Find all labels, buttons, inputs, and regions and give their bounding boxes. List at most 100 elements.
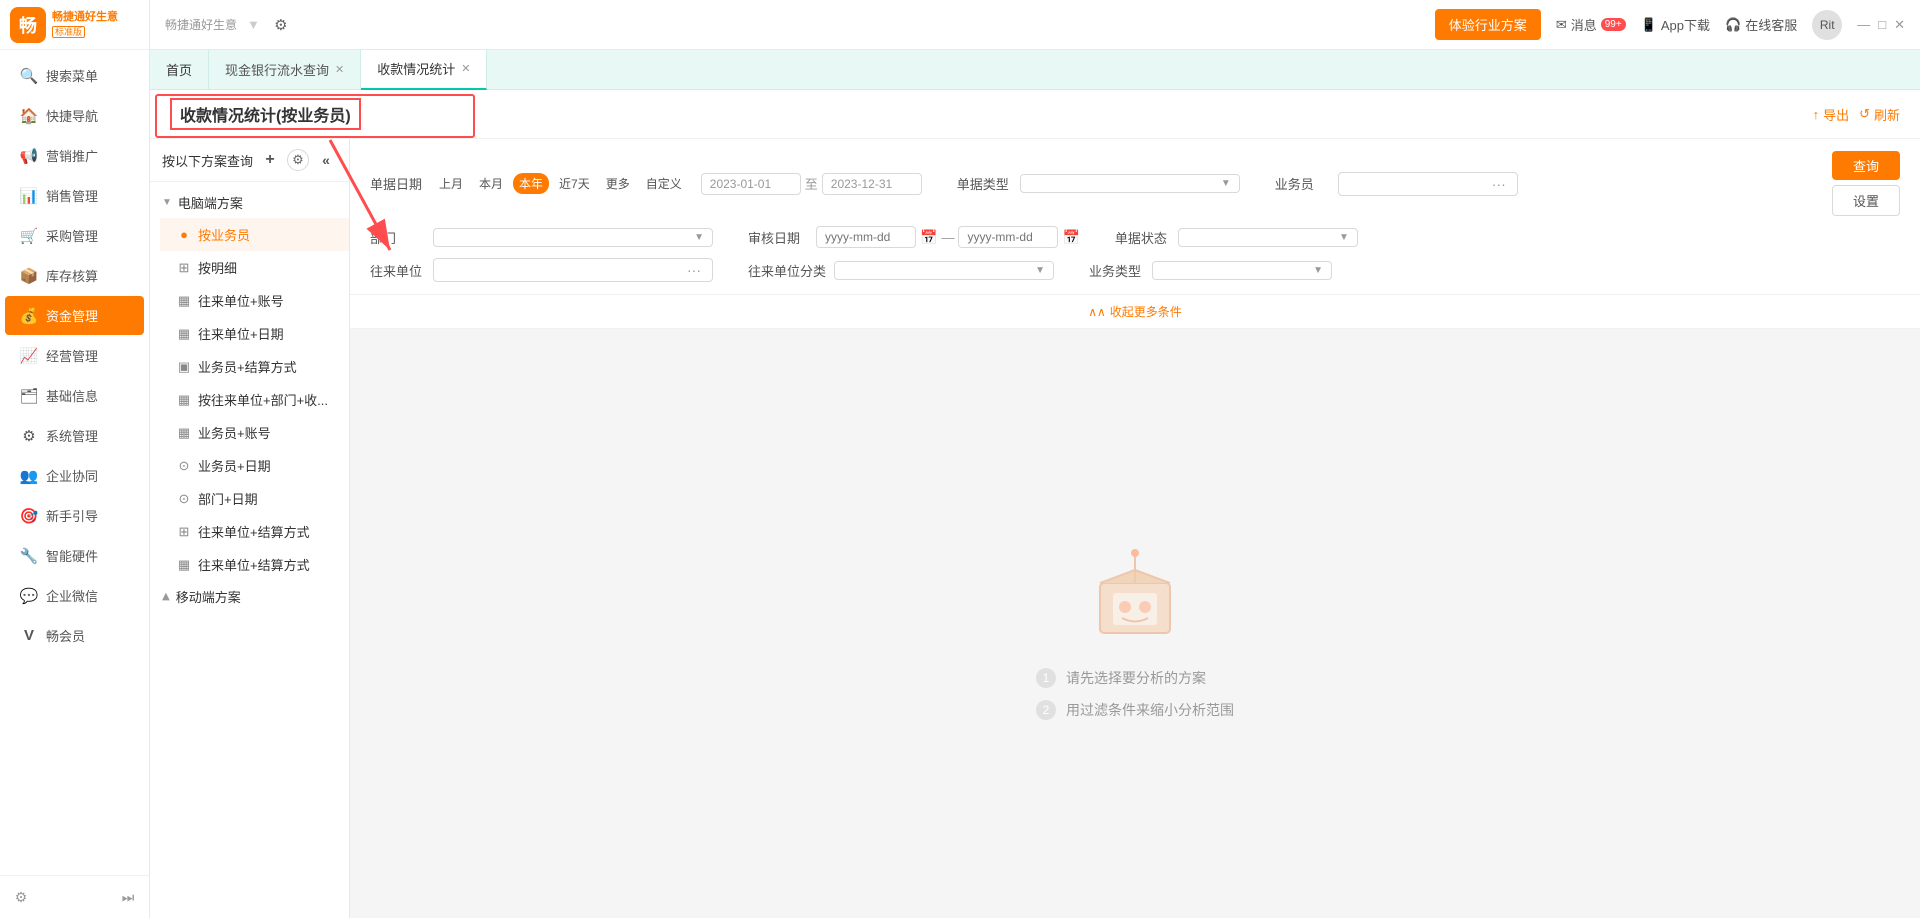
review-from-input[interactable] — [816, 226, 916, 248]
sidebar-item-member[interactable]: V 畅会员 — [5, 616, 144, 655]
collapse-bar[interactable]: ∧∧ 收起更多条件 — [350, 295, 1920, 329]
settings-bottom-icon[interactable]: ⚙ — [10, 886, 32, 908]
desktop-section-header[interactable]: ▼ 电脑端方案 — [150, 187, 349, 218]
add-scheme-btn[interactable]: + — [259, 149, 281, 171]
export-btn[interactable]: ↑ 导出 — [1813, 105, 1850, 124]
query-btn[interactable]: 查询 — [1832, 151, 1900, 180]
sidebar-item-guide[interactable]: 🎯 新手引导 — [5, 496, 144, 535]
dept-dropdown[interactable]: ▼ — [433, 228, 713, 247]
scheme-item-salesperson-date[interactable]: ⊙ 业务员+日期 — [160, 449, 349, 482]
breadcrumb-arrow: ▼ — [247, 17, 260, 32]
page-title: 收款情况统计(按业务员) — [170, 98, 361, 130]
salesperson-more-icon[interactable]: ··· — [1492, 176, 1506, 192]
sidebar-item-marketing[interactable]: 📢 营销推广 — [5, 136, 144, 175]
scheme-item-salesperson[interactable]: ● 按业务员 — [160, 218, 349, 251]
guide-icon: 🎯 — [20, 507, 38, 525]
sidebar-item-hardware[interactable]: 🔧 智能硬件 — [5, 536, 144, 575]
tab-receipt-close[interactable]: ✕ — [461, 62, 470, 75]
tab-receipt[interactable]: 收款情况统计 ✕ — [361, 50, 487, 90]
filter-row-1: 单据日期 上月 本月 本年 近7天 更多 自定义 至 — [370, 151, 1900, 216]
salesperson-scheme-icon: ● — [176, 227, 192, 243]
sidebar-item-wechat[interactable]: 💬 企业微信 — [5, 576, 144, 615]
export-icon: ↑ — [1813, 107, 1820, 122]
trial-btn[interactable]: 体验行业方案 — [1435, 9, 1541, 40]
right-panel: 单据日期 上月 本月 本年 近7天 更多 自定义 至 — [350, 139, 1920, 918]
sidebar-item-finance[interactable]: 💰 资金管理 — [5, 296, 144, 335]
sidebar-item-sales[interactable]: 📊 销售管理 — [5, 176, 144, 215]
filter-dept-item: 部门 ▼ — [370, 228, 713, 247]
date-tab-7days[interactable]: 近7天 — [553, 173, 596, 194]
empty-illustration — [1075, 528, 1195, 648]
partner-category-dropdown[interactable]: ▼ — [834, 261, 1054, 280]
date-from-input[interactable] — [701, 173, 801, 195]
purchase-icon: 🛒 — [20, 227, 38, 245]
message-btn[interactable]: ✉ 消息 99+ — [1556, 15, 1626, 34]
filter-date-item: 单据日期 上月 本月 本年 近7天 更多 自定义 至 — [370, 173, 922, 195]
scheme-item-detail[interactable]: ⊞ 按明细 — [160, 251, 349, 284]
collapse-bottom-icon[interactable]: ⏭ — [117, 886, 139, 908]
salesperson-dropdown[interactable]: ··· — [1338, 172, 1518, 196]
sidebar-item-corp[interactable]: 👥 企业协同 — [5, 456, 144, 495]
review-to-input[interactable] — [958, 226, 1058, 248]
empty-tips: 1 请先选择要分析的方案 2 用过滤条件来缩小分析范围 — [1036, 668, 1234, 720]
collapse-panel-btn[interactable]: « — [315, 149, 337, 171]
date-to-input[interactable] — [822, 173, 922, 195]
empty-content: 1 请先选择要分析的方案 2 用过滤条件来缩小分析范围 — [1036, 528, 1234, 720]
tab-bank-close[interactable]: ✕ — [335, 63, 344, 76]
close-icon[interactable]: ✕ — [1894, 17, 1905, 33]
maximize-icon[interactable]: □ — [1878, 17, 1886, 33]
scheme-item-partner-settle2[interactable]: ▦ 往来单位+结算方式 — [160, 548, 349, 581]
partner-account-icon: ▦ — [176, 293, 192, 309]
sidebar-item-search[interactable]: 🔍 搜索菜单 — [5, 56, 144, 95]
biz-type-dropdown[interactable]: ▼ — [1152, 261, 1332, 280]
scheme-settings-icon[interactable]: ⚙ — [287, 149, 309, 171]
partner-more-icon[interactable]: ··· — [687, 262, 701, 278]
left-panel-header: 按以下方案查询 + ⚙ « — [150, 139, 349, 182]
refresh-btn[interactable]: ↺ 刷新 — [1859, 105, 1900, 124]
empty-tip-2: 2 用过滤条件来缩小分析范围 — [1036, 700, 1234, 720]
date-tab-this-year[interactable]: 本年 — [513, 173, 549, 194]
tab-bank[interactable]: 现金银行流水查询 ✕ — [209, 50, 361, 90]
filter-doctype-item: 单据类型 ▼ — [957, 174, 1240, 193]
sidebar-item-system[interactable]: ⚙ 系统管理 — [5, 416, 144, 455]
partner-dropdown[interactable]: ··· — [433, 258, 713, 282]
basic-icon: 🗂 — [20, 387, 38, 405]
app-download-btn[interactable]: 📱 App下载 — [1641, 15, 1710, 34]
scheme-item-salesperson-account[interactable]: ▦ 业务员+账号 — [160, 416, 349, 449]
scheme-item-partner-settle1[interactable]: ⊞ 往来单位+结算方式 — [160, 515, 349, 548]
filter-area: 单据日期 上月 本月 本年 近7天 更多 自定义 至 — [350, 139, 1920, 295]
sidebar-item-operation[interactable]: 📈 经营管理 — [5, 336, 144, 375]
scheme-item-salesperson-settle[interactable]: ▣ 业务员+结算方式 — [160, 350, 349, 383]
date-tab-last-month[interactable]: 上月 — [433, 173, 469, 194]
online-service-btn[interactable]: 🎧 在线客服 — [1725, 15, 1797, 34]
scheme-item-dept-date[interactable]: ⊙ 部门+日期 — [160, 482, 349, 515]
cal-icon: 📅 — [920, 229, 937, 246]
scheme-item-partner-date[interactable]: ▦ 往来单位+日期 — [160, 317, 349, 350]
marketing-icon: 📢 — [20, 147, 38, 165]
sidebar-item-purchase[interactable]: 🛒 采购管理 — [5, 216, 144, 255]
empty-box-svg — [1075, 528, 1195, 648]
sidebar-item-quicknav[interactable]: 🏠 快捷导航 — [5, 96, 144, 135]
system-icon: ⚙ — [20, 427, 38, 445]
user-avatar[interactable]: Rit — [1812, 10, 1842, 40]
page-actions: ↑ 导出 ↺ 刷新 — [1813, 105, 1900, 124]
date-tab-custom[interactable]: 自定义 — [640, 173, 688, 194]
settings-topbar-icon[interactable]: ⚙ — [270, 14, 292, 36]
filter-row-3: 往来单位 ··· 往来单位分类 ▼ — [370, 258, 1900, 282]
scheme-item-partner-account[interactable]: ▦ 往来单位+账号 — [160, 284, 349, 317]
doc-status-dropdown[interactable]: ▼ — [1178, 228, 1358, 247]
minimize-icon[interactable]: — — [1857, 17, 1870, 33]
mobile-section-header[interactable]: ▶ 移动端方案 — [150, 581, 349, 612]
scheme-item-partner-dept[interactable]: ▦ 按往来单位+部门+收... — [160, 383, 349, 416]
tip-num-2: 2 — [1036, 700, 1056, 720]
download-icon: 📱 — [1641, 17, 1657, 33]
sidebar-item-basic[interactable]: 🗂 基础信息 — [5, 376, 144, 415]
message-icon: ✉ — [1556, 17, 1567, 33]
doc-type-dropdown[interactable]: ▼ — [1020, 174, 1240, 193]
date-tab-this-month[interactable]: 本月 — [473, 173, 509, 194]
set-btn[interactable]: 设置 — [1832, 185, 1900, 216]
sidebar-item-inventory[interactable]: 📦 库存核算 — [5, 256, 144, 295]
salesperson-settle-icon: ▣ — [176, 359, 192, 375]
date-tab-more[interactable]: 更多 — [600, 173, 636, 194]
tab-home[interactable]: 首页 — [150, 50, 209, 90]
